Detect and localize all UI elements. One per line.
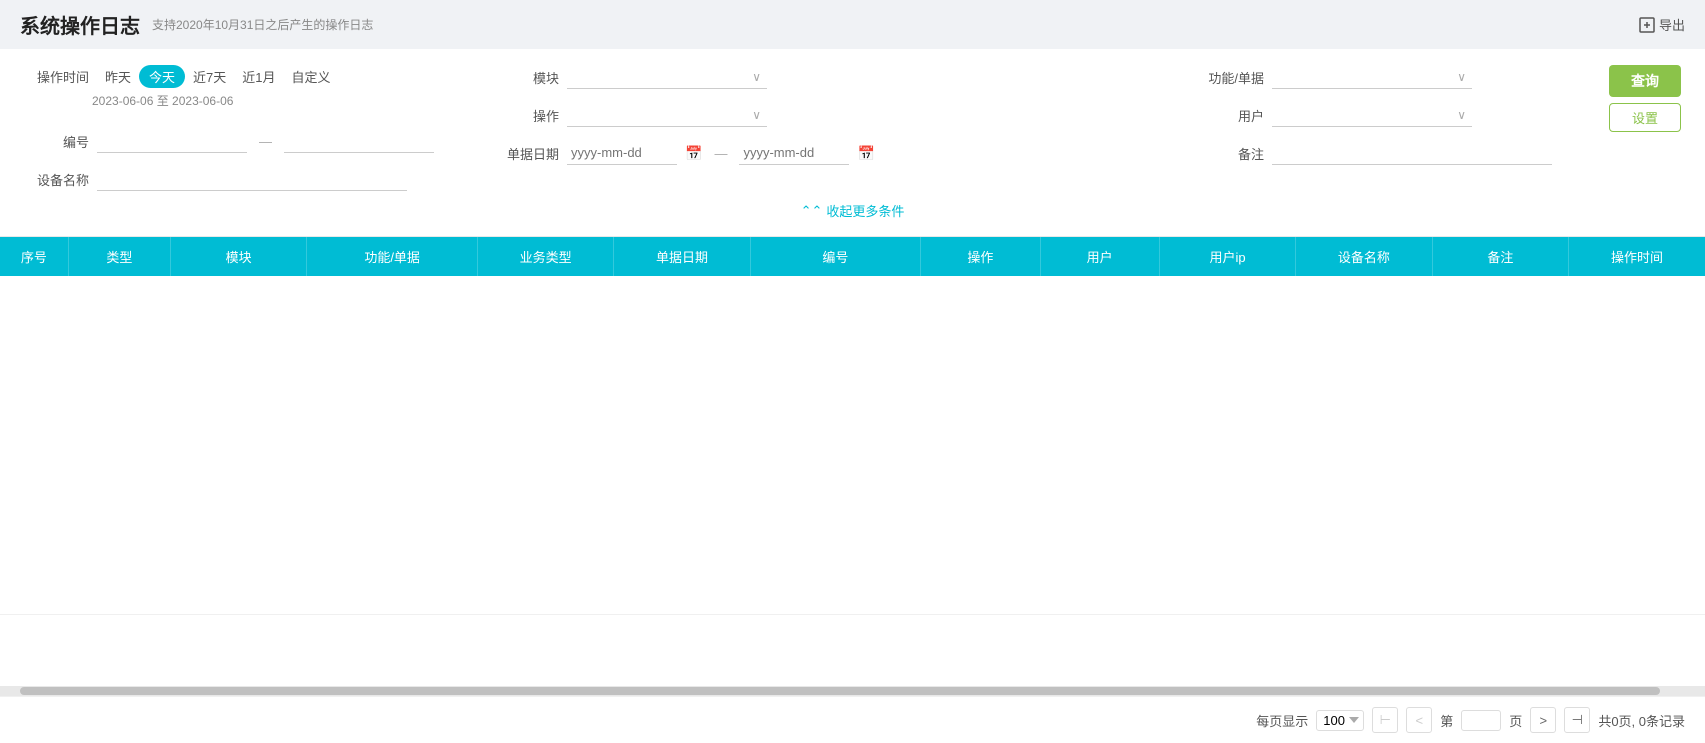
time-btn-custom[interactable]: 自定义 [284, 65, 339, 88]
operation-select-wrap: ∨ [567, 103, 767, 127]
collapse-up-icon: ⌃⌃ [801, 203, 823, 219]
operation-select[interactable] [567, 103, 767, 127]
number-label: 编号 [24, 132, 89, 151]
date-inputs: 📅 — 📅 [567, 141, 875, 165]
page-header: 系统操作日志 支持2020年10月31日之后产生的操作日志 导出 [0, 0, 1705, 49]
filter-mid-col: 模块 ∨ 操作 ∨ [494, 65, 1139, 165]
table-body [0, 276, 1705, 615]
module-select[interactable] [567, 65, 767, 89]
table-empty [6, 285, 1699, 605]
total-text: 共0页, 0条记录 [1598, 711, 1685, 730]
per-page-select[interactable]: 100 50 200 [1316, 710, 1364, 731]
module-select-wrap: ∨ [567, 65, 767, 89]
scrollbar-area[interactable] [0, 686, 1705, 696]
prev-page-button[interactable]: < [1406, 707, 1432, 733]
user-select[interactable] [1272, 103, 1472, 127]
collapse-bar: ⌃⌃ 收起更多条件 [24, 195, 1681, 228]
th-用户: 用户 [1040, 237, 1159, 276]
th-备注: 备注 [1432, 237, 1568, 276]
table-wrap: 序号类型模块功能/单据业务类型单据日期编号操作用户用户ip设备名称备注操作时间 [0, 237, 1705, 686]
doc-date-label: 单据日期 [494, 144, 559, 163]
filter-row-function: 功能/单据 ∨ [1199, 65, 1579, 89]
page-subtitle: 支持2020年10月31日之后产生的操作日志 [152, 16, 373, 33]
th-单据日期: 单据日期 [614, 237, 750, 276]
module-label: 模块 [494, 68, 559, 87]
settings-button[interactable]: 设置 [1609, 103, 1681, 132]
first-page-button[interactable]: ⊢ [1372, 707, 1398, 733]
calendar-from-icon[interactable]: 📅 [685, 145, 702, 162]
filter-row-module: 模块 ∨ [494, 65, 1139, 89]
export-label: 导出 [1659, 15, 1685, 34]
filter-left-col: 操作时间 昨天 今天 近7天 近1月 自定义 2023-06-06 至 2023… [24, 65, 434, 191]
number-input-from[interactable] [97, 129, 247, 153]
table-header: 序号类型模块功能/单据业务类型单据日期编号操作用户用户ip设备名称备注操作时间 [0, 237, 1705, 276]
pagination-bar: 每页显示 100 50 200 ⊢ < 第 1 页 > ⊣ 共0页, 0条记录 [0, 696, 1705, 743]
th-模块: 模块 [170, 237, 306, 276]
page-container: 系统操作日志 支持2020年10月31日之后产生的操作日志 导出 操作时间 昨天… [0, 0, 1705, 743]
filter-panel: 操作时间 昨天 今天 近7天 近1月 自定义 2023-06-06 至 2023… [0, 49, 1705, 237]
number-range: — [97, 129, 434, 153]
date-range-display: 2023-06-06 至 2023-06-06 [92, 94, 233, 108]
function-select[interactable] [1272, 65, 1472, 89]
time-btn-7days[interactable]: 近7天 [185, 65, 234, 88]
filter-row-remark: 备注 [1199, 141, 1579, 165]
export-icon [1639, 17, 1655, 33]
export-button[interactable]: 导出 [1639, 15, 1685, 34]
filter-actions: 查询 设置 [1609, 65, 1681, 132]
user-label: 用户 [1199, 106, 1264, 125]
page-unit: 页 [1509, 711, 1522, 730]
th-编号: 编号 [750, 237, 921, 276]
th-功能/单据: 功能/单据 [307, 237, 478, 276]
collapse-label: 收起更多条件 [826, 201, 904, 220]
data-table: 序号类型模块功能/单据业务类型单据日期编号操作用户用户ip设备名称备注操作时间 [0, 237, 1705, 615]
calendar-to-icon[interactable]: 📅 [857, 145, 874, 162]
time-btn-1month[interactable]: 近1月 [234, 65, 283, 88]
th-业务类型: 业务类型 [477, 237, 613, 276]
device-label: 设备名称 [24, 170, 89, 189]
device-input[interactable] [97, 167, 407, 191]
filter-row-time: 操作时间 昨天 今天 近7天 近1月 自定义 [24, 65, 434, 88]
last-page-button[interactable]: ⊣ [1564, 707, 1590, 733]
time-filter-group: 昨天 今天 近7天 近1月 自定义 [97, 65, 339, 88]
number-input-to[interactable] [284, 129, 434, 153]
query-button[interactable]: 查询 [1609, 65, 1681, 97]
th-设备名称: 设备名称 [1296, 237, 1432, 276]
function-label: 功能/单据 [1199, 68, 1264, 87]
filter-main: 操作时间 昨天 今天 近7天 近1月 自定义 2023-06-06 至 2023… [24, 65, 1681, 195]
operation-label: 操作 [494, 106, 559, 125]
time-label: 操作时间 [24, 67, 89, 86]
th-序号: 序号 [0, 237, 68, 276]
user-select-wrap: ∨ [1272, 103, 1472, 127]
th-类型: 类型 [68, 237, 170, 276]
doc-date-dash: — [714, 146, 727, 161]
filter-row-doc-date: 单据日期 📅 — 📅 [494, 141, 1139, 165]
collapse-button[interactable]: ⌃⌃ 收起更多条件 [801, 201, 905, 220]
number-dash: — [259, 134, 272, 149]
page-label: 第 [1440, 711, 1453, 730]
next-page-button[interactable]: > [1530, 707, 1556, 733]
remark-label: 备注 [1199, 144, 1264, 163]
filter-row-operation: 操作 ∨ [494, 103, 1139, 127]
date-to-input[interactable] [739, 141, 849, 165]
filter-row-number: 编号 — [24, 129, 434, 153]
filter-right-col: 功能/单据 ∨ 用户 ∨ [1199, 65, 1579, 165]
scrollbar-thumb[interactable] [20, 687, 1660, 695]
date-from-input[interactable] [567, 141, 677, 165]
remark-input[interactable] [1272, 141, 1552, 165]
th-用户ip: 用户ip [1159, 237, 1295, 276]
filter-row-device: 设备名称 [24, 167, 434, 191]
per-page-label: 每页显示 [1256, 711, 1308, 730]
th-操作: 操作 [921, 237, 1040, 276]
th-操作时间: 操作时间 [1569, 237, 1705, 276]
page-input[interactable]: 1 [1461, 710, 1501, 731]
time-btn-yesterday[interactable]: 昨天 [97, 65, 139, 88]
filter-row-user: 用户 ∨ [1199, 103, 1579, 127]
function-select-wrap: ∨ [1272, 65, 1472, 89]
header-left: 系统操作日志 支持2020年10月31日之后产生的操作日志 [20, 10, 373, 39]
time-btn-today[interactable]: 今天 [139, 65, 185, 88]
page-title: 系统操作日志 [20, 10, 140, 39]
